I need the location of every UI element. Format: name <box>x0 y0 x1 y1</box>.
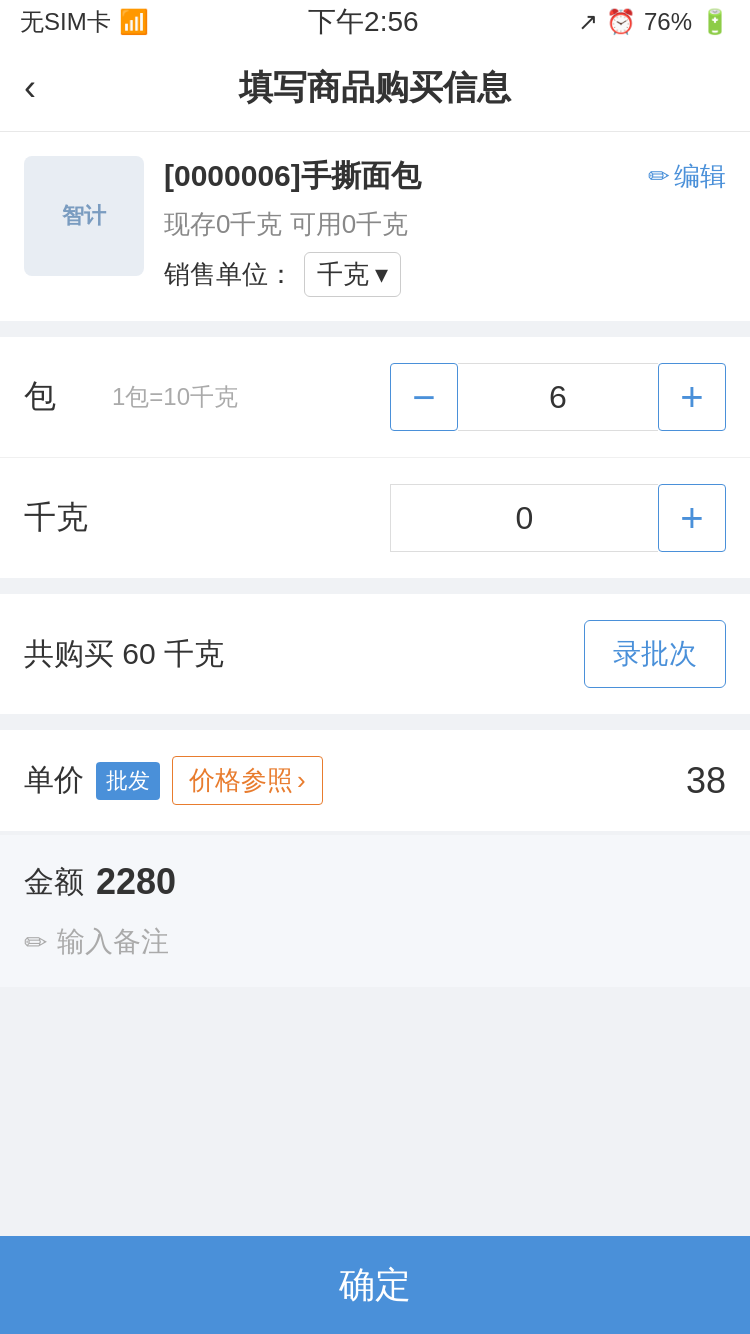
unit-value: 千克 <box>317 257 369 292</box>
bao-quantity-input[interactable] <box>458 363 658 431</box>
chevron-down-icon: ▾ <box>375 259 388 290</box>
back-button[interactable]: ‹ <box>24 67 36 109</box>
unit-select[interactable]: 千克 ▾ <box>304 252 401 297</box>
alarm-icon: ⏰ <box>606 8 636 36</box>
amount-label: 金额 <box>24 862 84 903</box>
confirm-button[interactable]: 确定 <box>0 1236 750 1334</box>
amount-section: 金额 2280 ✏ 输入备注 <box>0 835 750 987</box>
product-unit-row: 销售单位： 千克 ▾ <box>164 252 726 297</box>
price-value: 38 <box>686 760 726 802</box>
edit-icon: ✏ <box>648 161 670 192</box>
nav-bar: ‹ 填写商品购买信息 <box>0 44 750 132</box>
battery-label: 76% <box>644 8 692 36</box>
qianke-quantity-control: + <box>390 484 726 552</box>
price-ref-label: 价格参照 <box>189 763 293 798</box>
status-bar: 无SIM卡 📶 下午2:56 ↗ ⏰ 76% 🔋 <box>0 0 750 44</box>
summary-text: 共购买 60 千克 <box>24 634 224 675</box>
product-name: [0000006]手撕面包 <box>164 156 421 197</box>
price-label: 单价 <box>24 760 84 801</box>
battery-icon: 🔋 <box>700 8 730 36</box>
product-info: [0000006]手撕面包 ✏ 编辑 现存0千克 可用0千克 销售单位： 千克 … <box>164 156 726 297</box>
status-right: ↗ ⏰ 76% 🔋 <box>578 8 730 36</box>
price-section: 单价 批发 价格参照 › 38 <box>0 730 750 831</box>
pencil-icon: ✏ <box>24 926 47 959</box>
product-stock: 现存0千克 可用0千克 <box>164 207 726 242</box>
unit-label: 销售单位： <box>164 257 294 292</box>
status-left: 无SIM卡 📶 <box>20 6 149 38</box>
qianke-increment-button[interactable]: + <box>658 484 726 552</box>
product-logo-text: 智计 <box>62 201 106 231</box>
edit-button[interactable]: ✏ 编辑 <box>648 159 726 194</box>
qianke-quantity-input[interactable] <box>390 484 658 552</box>
bao-decrement-button[interactable]: − <box>390 363 458 431</box>
note-row[interactable]: ✏ 输入备注 <box>24 923 726 961</box>
edit-label: 编辑 <box>674 159 726 194</box>
batch-tag: 批发 <box>96 762 160 800</box>
bao-increment-button[interactable]: + <box>658 363 726 431</box>
bao-quantity-control: − + <box>390 363 726 431</box>
wifi-icon: 📶 <box>119 8 149 36</box>
product-card: 智计 [0000006]手撕面包 ✏ 编辑 现存0千克 可用0千克 销售单位： … <box>0 132 750 321</box>
product-image: 智计 <box>24 156 144 276</box>
qianke-label: 千克 <box>24 496 104 540</box>
record-batch-button[interactable]: 录批次 <box>584 620 726 688</box>
page-title: 填写商品购买信息 <box>239 65 511 111</box>
amount-value: 2280 <box>96 861 176 903</box>
carrier-label: 无SIM卡 <box>20 6 111 38</box>
price-label-row: 单价 批发 价格参照 › <box>24 756 323 805</box>
price-reference-button[interactable]: 价格参照 › <box>172 756 323 805</box>
bao-sublabel: 1包=10千克 <box>112 381 390 413</box>
summary-section: 共购买 60 千克 录批次 <box>0 594 750 714</box>
note-label: 输入备注 <box>57 923 169 961</box>
bao-label: 包 <box>24 375 104 419</box>
input-section: 包 1包=10千克 − + 千克 + <box>0 337 750 578</box>
product-name-row: [0000006]手撕面包 ✏ 编辑 <box>164 156 726 197</box>
location-icon: ↗ <box>578 8 598 36</box>
chevron-right-icon: › <box>297 765 306 796</box>
amount-row: 金额 2280 <box>24 861 726 903</box>
status-time: 下午2:56 <box>308 3 419 41</box>
qianke-input-row: 千克 + <box>0 458 750 578</box>
bao-input-row: 包 1包=10千克 − + <box>0 337 750 458</box>
